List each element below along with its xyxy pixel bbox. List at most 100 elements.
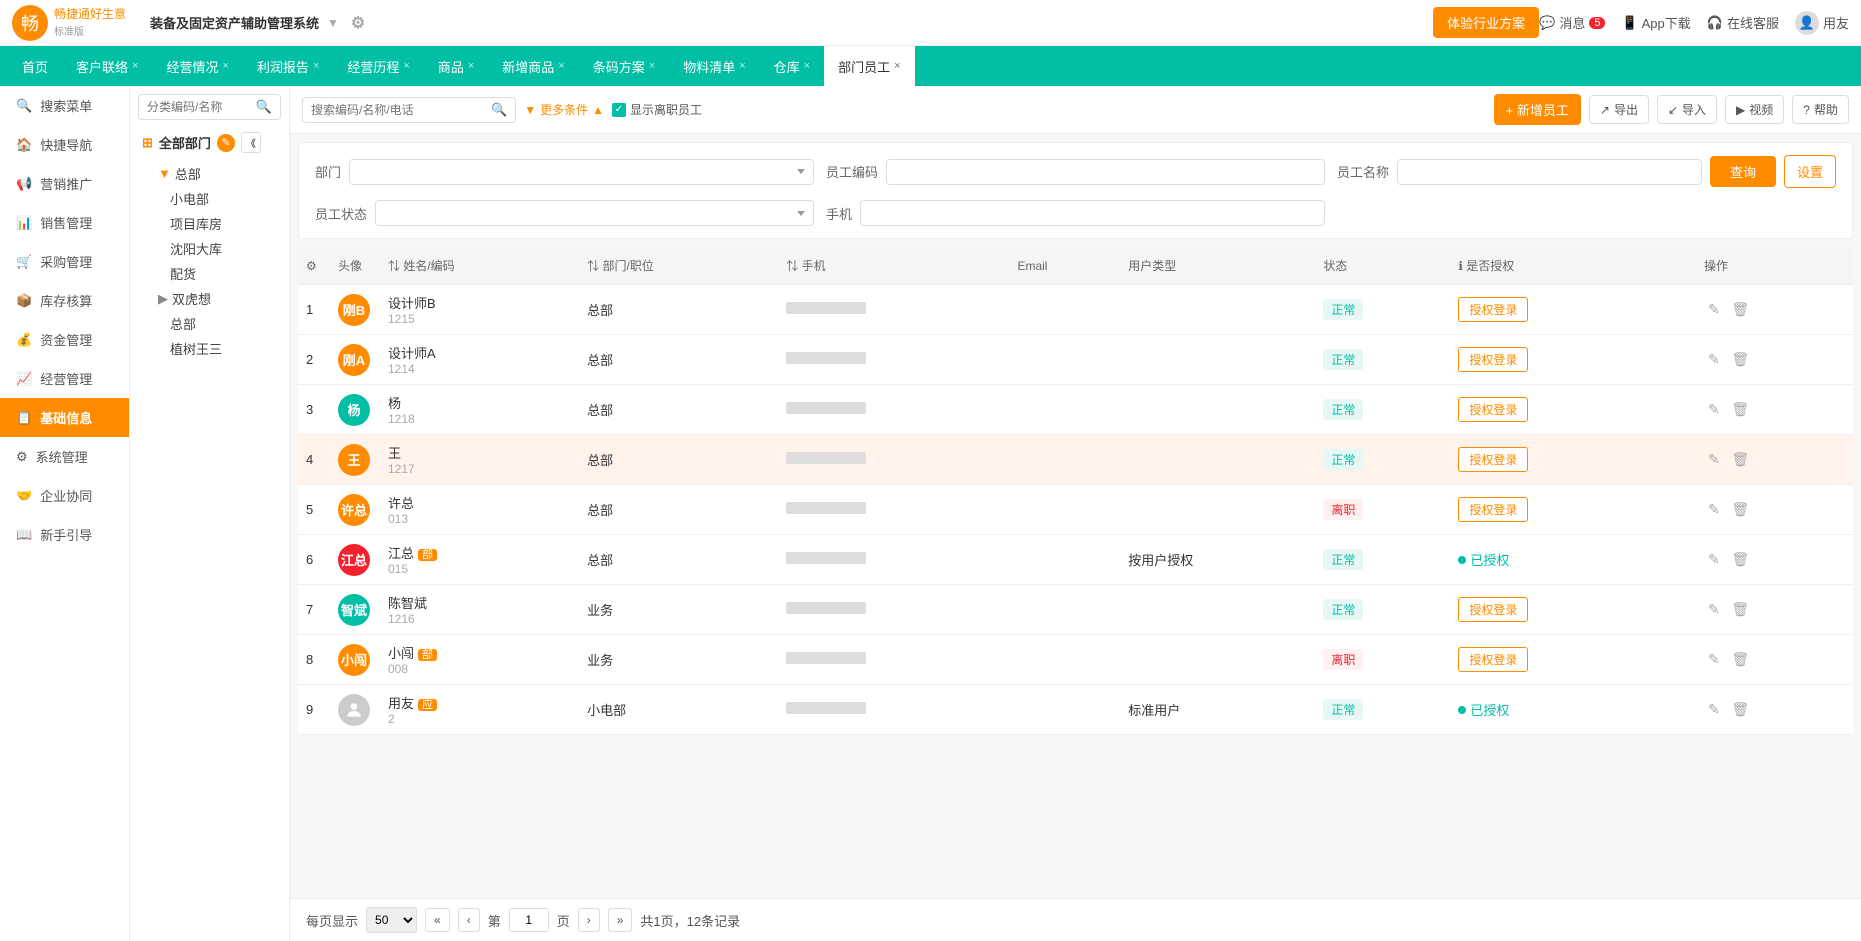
filter-search-button[interactable]: 查询 xyxy=(1710,156,1776,187)
sidebar-item-marketing[interactable]: 📢 营销推广 xyxy=(0,164,129,203)
show-resigned-toggle[interactable]: ✓ 显示离职员工 xyxy=(612,101,702,118)
edit-button[interactable]: ✎ xyxy=(1704,299,1724,320)
sidebar-item-sales[interactable]: 📊 销售管理 xyxy=(0,203,129,242)
dept-node-zongbu[interactable]: 总部 xyxy=(146,311,281,336)
page-size-select[interactable]: 50 100 xyxy=(366,907,417,933)
nav-item-profit[interactable]: 利润报告 × xyxy=(243,46,333,86)
dept-node-shuanghu[interactable]: ▶ 双虎想 xyxy=(146,286,281,311)
nav-close-history[interactable]: × xyxy=(403,60,409,72)
settings-icon[interactable]: ⚙ xyxy=(351,13,365,33)
delete-button[interactable]: 🗑 xyxy=(1727,449,1753,470)
view-button[interactable]: ▶ 视频 xyxy=(1725,95,1784,124)
col-settings[interactable]: ⚙ xyxy=(298,247,330,285)
edit-button[interactable]: ✎ xyxy=(1704,449,1724,470)
edit-button[interactable]: ✎ xyxy=(1704,499,1724,520)
dropdown-icon[interactable]: ▼ xyxy=(327,16,339,30)
nav-close-barcode[interactable]: × xyxy=(649,60,655,72)
nav-item-customer[interactable]: 客户联络 × xyxy=(62,46,152,86)
nav-close-goods[interactable]: × xyxy=(468,60,474,72)
edit-button[interactable]: ✎ xyxy=(1704,549,1724,570)
delete-button[interactable]: 🗑 xyxy=(1727,549,1753,570)
filter-emp-status-select[interactable] xyxy=(375,200,814,226)
nav-close-warehouse[interactable]: × xyxy=(804,60,810,72)
dept-edit-button[interactable]: ✎ xyxy=(217,134,235,152)
nav-close-profit[interactable]: × xyxy=(313,60,319,72)
filter-emp-name-input[interactable] xyxy=(1397,159,1702,185)
last-page-button[interactable]: » xyxy=(608,908,633,932)
dept-all[interactable]: ⊞ 全部部门 ✎ 《 xyxy=(138,128,281,157)
sidebar-item-inventory[interactable]: 📦 库存核算 xyxy=(0,281,129,320)
export-button[interactable]: ↗ 导出 xyxy=(1589,95,1649,124)
sidebar-item-operations-mgmt[interactable]: 📈 经营管理 xyxy=(0,359,129,398)
dept-collapse-button[interactable]: 《 xyxy=(241,132,261,153)
auth-button[interactable]: 授权登录 xyxy=(1458,447,1528,472)
sidebar-item-guide[interactable]: 📖 新手引导 xyxy=(0,515,129,554)
add-employee-button[interactable]: + 新增员工 xyxy=(1494,94,1581,125)
filter-reset-button[interactable]: 设置 xyxy=(1784,155,1836,188)
nav-item-warehouse[interactable]: 仓库 × xyxy=(760,46,824,86)
delete-button[interactable]: 🗑 xyxy=(1727,699,1753,720)
prev-page-button[interactable]: ‹ xyxy=(458,908,480,932)
nav-item-bom[interactable]: 物料清单 × xyxy=(669,46,759,86)
col-phone[interactable]: ⇅ 手机 xyxy=(778,247,1009,285)
filter-emp-code-input[interactable] xyxy=(886,159,1325,185)
edit-button[interactable]: ✎ xyxy=(1704,399,1724,420)
nav-close-employees[interactable]: × xyxy=(894,60,900,72)
dept-node-zongbu-root[interactable]: ▼ 总部 xyxy=(146,161,281,186)
page-input[interactable] xyxy=(509,908,549,932)
nav-item-new-goods[interactable]: 新增商品 × xyxy=(488,46,578,86)
delete-button[interactable]: 🗑 xyxy=(1727,499,1753,520)
support-button[interactable]: 🎧 在线客服 xyxy=(1707,13,1779,32)
search-submit-icon[interactable]: 🔍 xyxy=(491,102,507,118)
edit-button[interactable]: ✎ xyxy=(1704,649,1724,670)
nav-item-history[interactable]: 经营历程 × xyxy=(333,46,423,86)
auth-button[interactable]: 授权登录 xyxy=(1458,597,1528,622)
auth-button[interactable]: 授权登录 xyxy=(1458,497,1528,522)
nav-close-bom[interactable]: × xyxy=(739,60,745,72)
col-name[interactable]: ⇅ 姓名/编码 xyxy=(380,247,579,285)
edit-button[interactable]: ✎ xyxy=(1704,599,1724,620)
sidebar-item-system[interactable]: ⚙ 系统管理 xyxy=(0,437,129,476)
sidebar-item-collab[interactable]: 🤝 企业协同 xyxy=(0,476,129,515)
delete-button[interactable]: 🗑 xyxy=(1727,649,1753,670)
auth-button[interactable]: 授权登录 xyxy=(1458,397,1528,422)
dept-node-zhishu[interactable]: 植树王三 xyxy=(146,336,281,361)
sidebar-item-basic[interactable]: 📋 基础信息 xyxy=(0,398,129,437)
trial-button[interactable]: 体验行业方案 xyxy=(1433,7,1539,38)
nav-close-operations[interactable]: × xyxy=(222,60,228,72)
delete-button[interactable]: 🗑 xyxy=(1727,349,1753,370)
help-button[interactable]: ? 帮助 xyxy=(1792,95,1849,124)
nav-item-operations[interactable]: 经营情况 × xyxy=(152,46,242,86)
delete-button[interactable]: 🗑 xyxy=(1727,299,1753,320)
sidebar-item-nav[interactable]: 🏠 快捷导航 xyxy=(0,125,129,164)
auth-button[interactable]: 授权登录 xyxy=(1458,347,1528,372)
nav-item-home[interactable]: 首页 xyxy=(8,46,62,86)
delete-button[interactable]: 🗑 xyxy=(1727,599,1753,620)
filter-dept-select[interactable] xyxy=(349,159,814,185)
delete-button[interactable]: 🗑 xyxy=(1727,399,1753,420)
dept-node-shenyang[interactable]: 沈阳大库 xyxy=(146,236,281,261)
sidebar-item-search[interactable]: 🔍 搜索菜单 xyxy=(0,86,129,125)
nav-close-new-goods[interactable]: × xyxy=(558,60,564,72)
dept-node-xiaodian[interactable]: 小电部 xyxy=(146,186,281,211)
next-page-button[interactable]: › xyxy=(578,908,600,932)
auth-button[interactable]: 授权登录 xyxy=(1458,297,1528,322)
more-filter-button[interactable]: ▼ 更多条件 ▲ xyxy=(524,101,604,118)
edit-button[interactable]: ✎ xyxy=(1704,349,1724,370)
dept-search-input[interactable] xyxy=(147,100,256,114)
sidebar-item-finance[interactable]: 💰 资金管理 xyxy=(0,320,129,359)
nav-item-barcode[interactable]: 条码方案 × xyxy=(579,46,669,86)
first-page-button[interactable]: « xyxy=(425,908,450,932)
nav-item-goods[interactable]: 商品 × xyxy=(424,46,488,86)
nav-item-employees[interactable]: 部门员工 × xyxy=(824,46,914,86)
import-button[interactable]: ↙ 导入 xyxy=(1657,95,1717,124)
sidebar-item-purchase[interactable]: 🛒 采购管理 xyxy=(0,242,129,281)
col-dept[interactable]: ⇅ 部门/职位 xyxy=(579,247,778,285)
app-download-button[interactable]: 📱 App下载 xyxy=(1621,13,1690,32)
search-input[interactable] xyxy=(311,103,491,117)
nav-close-customer[interactable]: × xyxy=(132,60,138,72)
user-menu[interactable]: 👤 用友 xyxy=(1795,11,1849,35)
message-button[interactable]: 💬 消息 5 xyxy=(1539,13,1605,32)
auth-button[interactable]: 授权登录 xyxy=(1458,647,1528,672)
dept-node-xiang[interactable]: 项目库房 xyxy=(146,211,281,236)
